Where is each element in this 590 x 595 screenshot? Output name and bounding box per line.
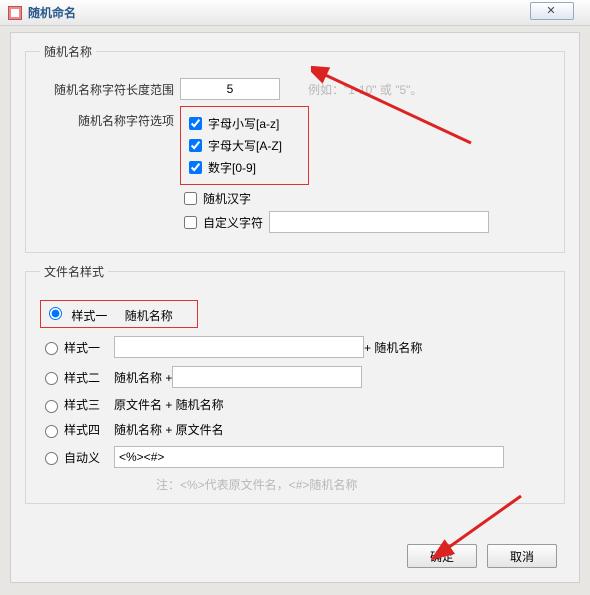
length-label: 随机名称字符长度范围 [40,81,180,98]
style2-name: 样式二 [64,369,114,386]
checkbox-lowercase[interactable] [189,117,202,130]
style1-text: 随机名称 [125,309,173,323]
length-hint: 例如："1-10" 或 "5"。 [308,81,422,98]
group-random-name-legend: 随机名称 [40,43,96,60]
length-input[interactable] [180,78,280,100]
radio-style2[interactable] [45,372,58,385]
checkbox-custom[interactable] [184,216,197,229]
chars-label: 随机名称字符选项 [40,106,180,129]
ok-button[interactable]: 确定 [407,544,477,568]
style4-name: 样式四 [64,421,114,438]
style3-text: 原文件名 + 随机名称 [114,396,224,413]
style1-highlight: 样式一 随机名称 [40,300,198,328]
app-icon [8,6,22,20]
checkbox-lowercase-label: 字母小写[a-z] [208,115,279,132]
style1-name: 样式一 [71,307,121,324]
style5-input[interactable] [114,446,504,468]
custom-chars-input[interactable] [269,211,489,233]
radio-style5[interactable] [45,452,58,465]
group-file-style: 文件名样式 样式一 随机名称 样式一 + 随机名称 样式二 随机名称 + 样式三… [25,263,565,504]
chars-highlight-box: 字母小写[a-z] 字母大写[A-Z] 数字[0-9] [180,106,309,185]
group-random-name: 随机名称 随机名称字符长度范围 例如："1-10" 或 "5"。 随机名称字符选… [25,43,565,253]
checkbox-digit-label: 数字[0-9] [208,159,256,176]
checkbox-uppercase-label: 字母大写[A-Z] [208,137,282,154]
checkbox-uppercase[interactable] [189,139,202,152]
style1a-name: 样式一 [64,339,114,356]
cancel-button[interactable]: 取消 [487,544,557,568]
radio-style1a[interactable] [45,342,58,355]
close-icon: ✕ [546,5,557,17]
checkbox-custom-label: 自定义字符 [203,214,263,231]
button-bar: 确定 取消 [407,544,557,568]
style-note: 注：<%>代表原文件名，<#>随机名称 [156,476,550,493]
checkbox-digit[interactable] [189,161,202,174]
dialog-panel: 随机名称 随机名称字符长度范围 例如："1-10" 或 "5"。 随机名称字符选… [10,32,580,583]
radio-style3[interactable] [45,400,58,413]
group-file-style-legend: 文件名样式 [40,263,108,280]
window-title: 随机命名 [28,4,76,21]
title-bar: 随机命名 ✕ [0,0,590,26]
style2-prefix: 随机名称 + [114,369,172,386]
style1a-input[interactable] [114,336,364,358]
checkbox-hanzi-label: 随机汉字 [203,190,251,207]
style1a-suffix: + 随机名称 [364,339,422,356]
close-button[interactable]: ✕ [530,2,574,20]
style5-name: 自动义 [64,449,114,466]
style2-input[interactable] [172,366,362,388]
radio-style1[interactable] [49,307,62,320]
style4-text: 随机名称 + 原文件名 [114,421,224,438]
checkbox-hanzi[interactable] [184,192,197,205]
style3-name: 样式三 [64,396,114,413]
radio-style4[interactable] [45,425,58,438]
